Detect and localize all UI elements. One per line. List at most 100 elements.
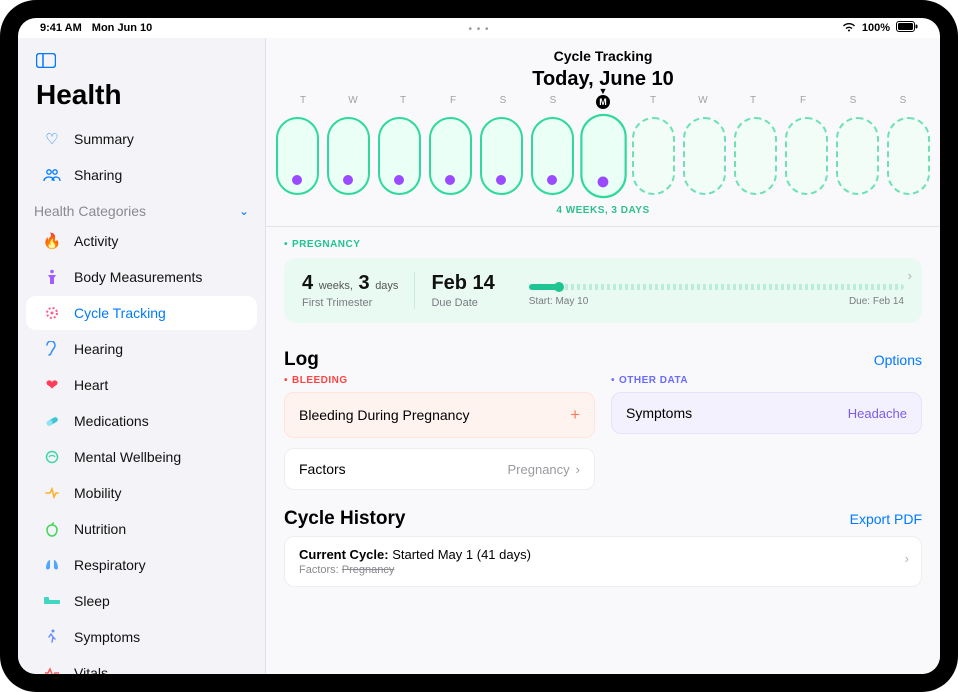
current-cycle-factors: Factors: Pregnancy [299, 564, 907, 576]
pregnancy-progress-bar [529, 284, 904, 290]
cycle-day-pill[interactable] [480, 117, 523, 195]
person-walk-icon [42, 627, 62, 647]
day-letter: W [328, 95, 378, 109]
cycle-day-pill[interactable] [531, 117, 574, 195]
cycle-day-pill-today[interactable] [580, 114, 626, 198]
sidebar-item-hearing[interactable]: Hearing [26, 332, 257, 366]
days-value: 3 [359, 272, 370, 294]
weeks-value: 4 [302, 272, 313, 294]
heart-outline-icon: ♡ [42, 129, 62, 149]
categories-label: Health Categories [34, 203, 146, 219]
cycle-day-pill-future[interactable] [734, 117, 777, 195]
sidebar-item-respiratory[interactable]: Respiratory [26, 548, 257, 582]
due-date-label: Due Date [431, 297, 494, 309]
current-cycle-line: Current Cycle: Started May 1 (41 days) [299, 547, 907, 562]
export-pdf-link[interactable]: Export PDF [850, 511, 922, 527]
bullet-icon: • [611, 375, 615, 386]
sidebar-item-nutrition[interactable]: Nutrition [26, 512, 257, 546]
pregnancy-dot-icon [445, 175, 455, 185]
day-letter: S [878, 95, 928, 109]
pregnancy-tag: • PREGNANCY [284, 239, 922, 250]
history-factors-label: Factors: [299, 564, 339, 576]
day-letter: T [728, 95, 778, 109]
weeks-unit: weeks, [319, 280, 353, 292]
other-data-tag-label: OTHER DATA [619, 375, 688, 386]
cycle-day-pill-future[interactable] [683, 117, 726, 195]
cycle-day-pill[interactable] [327, 117, 370, 195]
page-title: Cycle Tracking [266, 38, 940, 66]
sidebar-item-summary[interactable]: ♡ Summary [26, 122, 257, 156]
current-cycle-value: Started May 1 (41 days) [392, 547, 531, 562]
cycle-day-pill[interactable] [378, 117, 421, 195]
bullet-icon: • [284, 239, 288, 250]
day-letter-today: ▼ M [578, 95, 628, 109]
sidebar-item-label: Body Measurements [74, 269, 202, 285]
sidebar-item-vitals[interactable]: Vitals [26, 656, 257, 674]
sidebar: Health ♡ Summary Sharing Health Categori… [18, 38, 266, 674]
symptoms-label: Symptoms [626, 405, 692, 421]
day-letter: T [628, 95, 678, 109]
sidebar-item-label: Nutrition [74, 521, 126, 537]
sidebar-item-label: Sleep [74, 593, 110, 609]
brain-icon [42, 447, 62, 467]
day-letter: S [478, 95, 528, 109]
history-header: Cycle History Export PDF [266, 490, 940, 536]
cycle-day-pill-future[interactable] [632, 117, 675, 195]
sidebar-item-label: Sharing [74, 167, 122, 183]
sidebar-item-activity[interactable]: 🔥 Activity [26, 224, 257, 258]
day-letter: W [678, 95, 728, 109]
sidebar-item-label: Vitals [74, 665, 108, 674]
sidebar-item-mental[interactable]: Mental Wellbeing [26, 440, 257, 474]
sidebar-item-label: Hearing [74, 341, 123, 357]
sidebar-item-label: Mental Wellbeing [74, 449, 181, 465]
sidebar-item-heart[interactable]: ❤ Heart [26, 368, 257, 402]
pregnancy-section: • PREGNANCY 4 weeks, 3 days First Trimes… [266, 227, 940, 335]
lungs-icon [42, 555, 62, 575]
bleeding-item-label: Bleeding During Pregnancy [299, 407, 469, 423]
mobility-icon [42, 483, 62, 503]
multitask-dots[interactable]: • • • [468, 24, 489, 35]
sidebar-item-body[interactable]: Body Measurements [26, 260, 257, 294]
bleeding-tag: • BLEEDING [284, 375, 595, 386]
current-cycle-card[interactable]: Current Cycle: Started May 1 (41 days) F… [284, 536, 922, 587]
cycle-day-pill[interactable] [276, 117, 319, 195]
vitals-icon [42, 663, 62, 674]
sidebar-item-label: Cycle Tracking [74, 305, 166, 321]
day-letter: F [778, 95, 828, 109]
cycle-day-strip[interactable] [266, 109, 940, 199]
sidebar-item-sleep[interactable]: Sleep [26, 584, 257, 618]
symptoms-card[interactable]: Symptoms Headache [611, 392, 922, 434]
sidebar-categories-header[interactable]: Health Categories ⌄ [18, 193, 265, 223]
chevron-right-icon: › [576, 462, 580, 477]
cycle-day-pill-future[interactable] [836, 117, 879, 195]
cycle-length-label: 4 WEEKS, 3 DAYS [266, 199, 940, 226]
sidebar-toggle-icon[interactable] [18, 48, 265, 79]
pregnancy-duration: 4 weeks, 3 days [302, 272, 398, 295]
current-cycle-prefix: Current Cycle: [299, 547, 389, 562]
sidebar-item-cycle-tracking[interactable]: Cycle Tracking [26, 296, 257, 330]
cycle-icon [42, 303, 62, 323]
sidebar-item-symptoms[interactable]: Symptoms [26, 620, 257, 654]
pregnancy-dot-icon [343, 175, 353, 185]
battery-percent: 100% [862, 22, 890, 34]
due-date-value: Feb 14 [431, 272, 494, 295]
day-letter: T [378, 95, 428, 109]
history-factors-value: Pregnancy [342, 564, 395, 576]
sidebar-item-medications[interactable]: Medications [26, 404, 257, 438]
day-letter: T [278, 95, 328, 109]
sidebar-item-sharing[interactable]: Sharing [26, 158, 257, 192]
cycle-day-pill-future[interactable] [785, 117, 828, 195]
log-options-link[interactable]: Options [874, 352, 922, 368]
pregnancy-card[interactable]: 4 weeks, 3 days First Trimester Feb 14 D… [284, 258, 922, 323]
bleeding-log-card[interactable]: Bleeding During Pregnancy + [284, 392, 595, 438]
app-title: Health [18, 79, 265, 121]
day-letter-row: T W T F S S ▼ M T W T F S S [266, 95, 940, 109]
ear-icon [42, 339, 62, 359]
sidebar-item-mobility[interactable]: Mobility [26, 476, 257, 510]
factors-card[interactable]: Factors Pregnancy › [284, 448, 595, 490]
plus-icon: + [570, 405, 580, 425]
cycle-day-pill-future[interactable] [887, 117, 930, 195]
cycle-day-pill[interactable] [429, 117, 472, 195]
battery-icon [896, 21, 918, 35]
apple-icon [42, 519, 62, 539]
